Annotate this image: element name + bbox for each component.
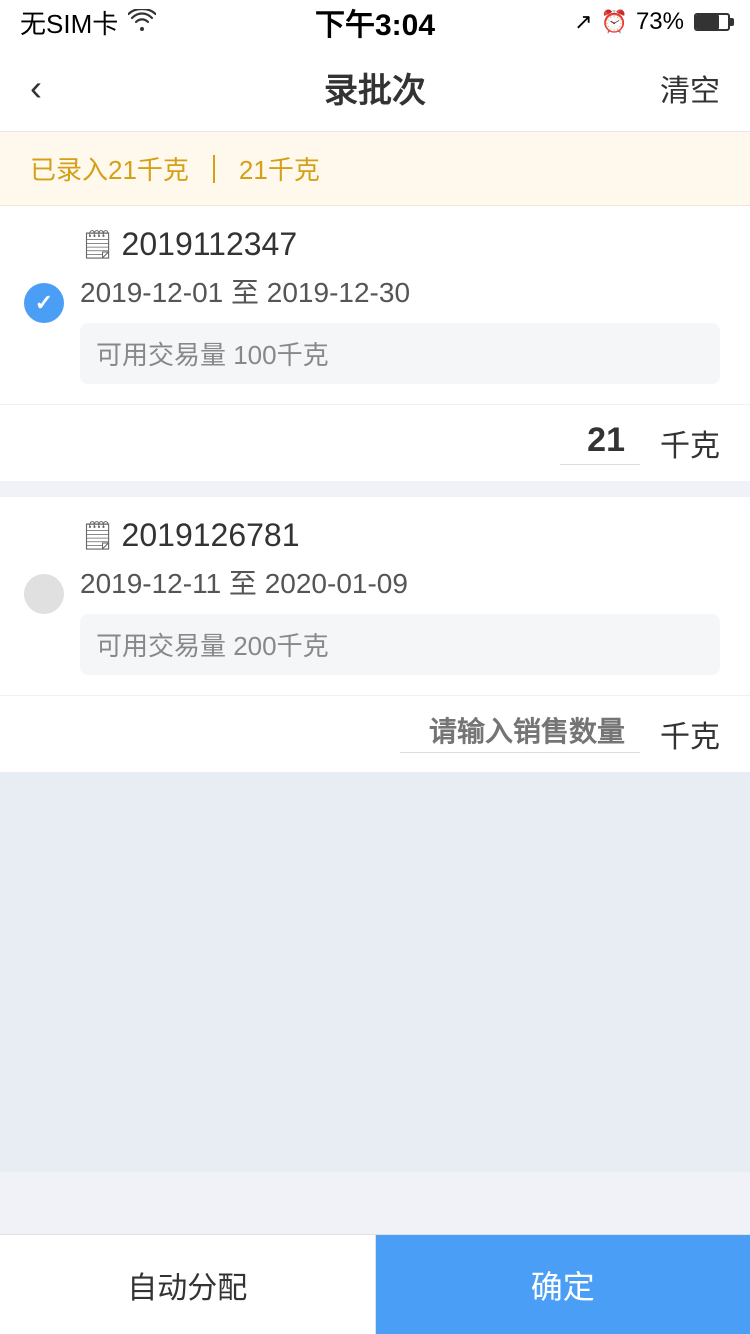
info-recorded-label: 已录入21千克 [30, 150, 189, 187]
item-divider-1 [0, 481, 750, 497]
bottom-empty-area [0, 772, 750, 1172]
location-icon: ↗ [574, 9, 592, 35]
nav-bar: ‹ 录批次 清空 [0, 44, 750, 132]
clear-button[interactable]: 清空 [660, 66, 720, 110]
batch-item-1: 🗒 2019112347 2019-12-01 至 2019-12-30 可用交… [0, 206, 750, 481]
batch-id-text-2: 2019126781 [122, 517, 300, 554]
carrier-text: 无SIM卡 [20, 4, 118, 41]
quantity-unit-2: 千克 [660, 712, 720, 756]
quantity-input-wrap-1 [560, 421, 640, 465]
auto-distribute-button[interactable]: 自动分配 [0, 1235, 376, 1334]
battery-icon [694, 13, 730, 31]
batch-item-1-inner: 🗒 2019112347 2019-12-01 至 2019-12-30 可用交… [0, 206, 750, 404]
batch-id-row-2: 🗒 2019126781 [80, 517, 720, 554]
back-button[interactable]: ‹ [30, 67, 42, 109]
status-right: ↗ ⏰ 73% [574, 8, 730, 36]
info-amount: 21千克 [239, 150, 320, 187]
quantity-input-wrap-2 [400, 716, 640, 753]
page-title: 录批次 [324, 63, 426, 112]
doc-icon-2: 🗒 [80, 519, 116, 552]
batch-id-row-1: 🗒 2019112347 [80, 226, 720, 263]
main-content: 🗒 2019112347 2019-12-01 至 2019-12-30 可用交… [0, 206, 750, 1272]
quantity-row-2: 千克 [0, 695, 750, 772]
status-left: 无SIM卡 [20, 4, 156, 41]
batch-avail-1: 可用交易量 100千克 [80, 323, 720, 384]
doc-icon-1: 🗒 [80, 228, 116, 261]
alarm-icon: ⏰ [601, 9, 628, 35]
selector-checked-icon[interactable] [24, 283, 64, 323]
quantity-input-2[interactable] [400, 716, 640, 748]
batch-avail-2: 可用交易量 200千克 [80, 614, 720, 675]
batch-id-text-1: 2019112347 [122, 226, 298, 263]
batch-item-2-inner: 🗒 2019126781 2019-12-11 至 2020-01-09 可用交… [0, 497, 750, 695]
status-time: 下午3:04 [315, 0, 435, 44]
info-divider [213, 155, 215, 183]
info-bar: 已录入21千克 21千克 [0, 132, 750, 206]
selector-unchecked-icon[interactable] [24, 574, 64, 614]
batch-selector-1[interactable] [24, 283, 68, 327]
footer: 自动分配 确定 [0, 1234, 750, 1334]
confirm-button[interactable]: 确定 [376, 1235, 750, 1334]
batch-selector-2[interactable] [24, 574, 68, 618]
quantity-row-1: 千克 [0, 404, 750, 481]
quantity-input-1[interactable] [560, 421, 640, 460]
quantity-unit-1: 千克 [660, 421, 720, 465]
batch-date-1: 2019-12-01 至 2019-12-30 [80, 271, 720, 311]
battery-text: 73% [636, 8, 684, 36]
batch-date-2: 2019-12-11 至 2020-01-09 [80, 562, 720, 602]
batch-item-2: 🗒 2019126781 2019-12-11 至 2020-01-09 可用交… [0, 497, 750, 772]
wifi-icon [128, 7, 156, 38]
status-bar: 无SIM卡 下午3:04 ↗ ⏰ 73% [0, 0, 750, 44]
